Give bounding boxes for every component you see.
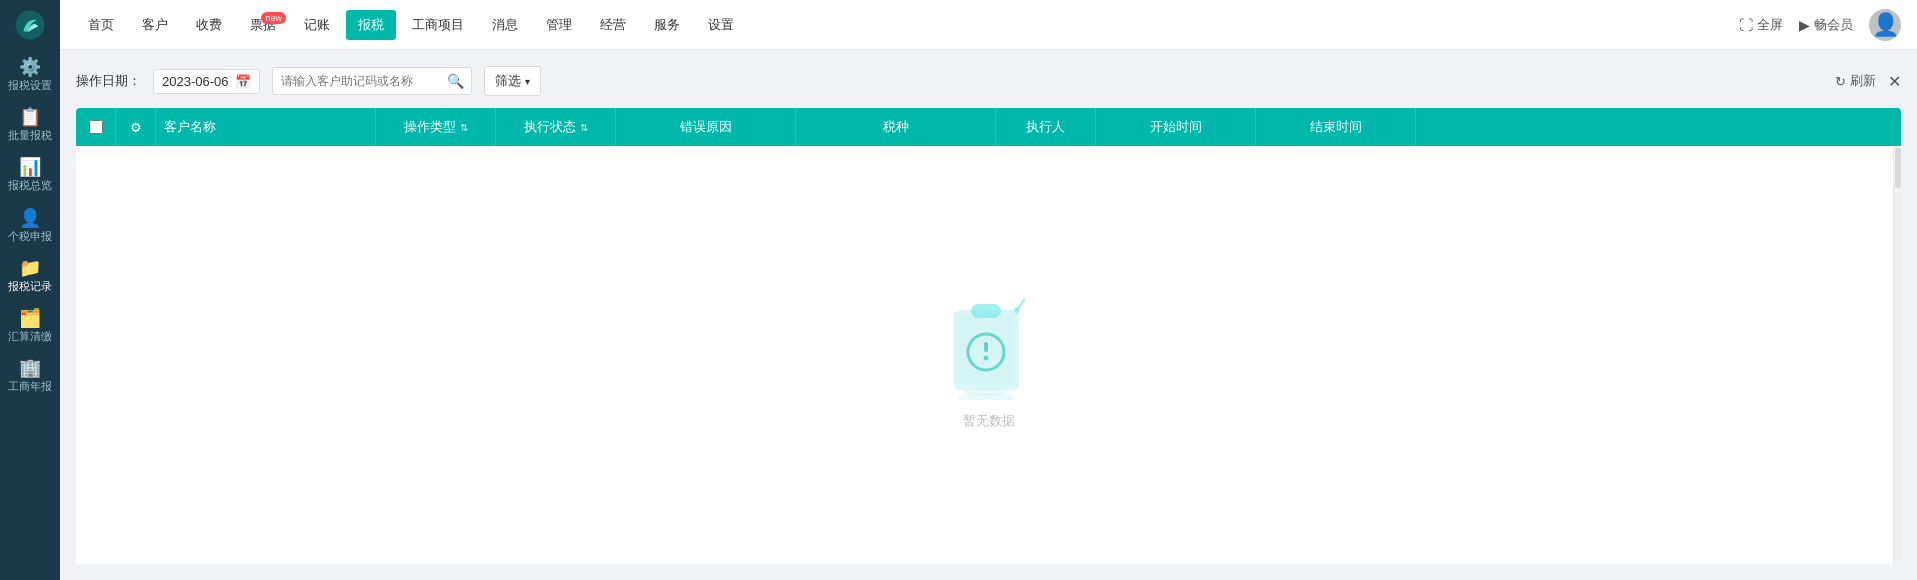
topnav: 首页 客户 收费 票据 new 记账 报税 工商项目 消息 管理 经营 服务 设… [60,0,1917,50]
huisuan-icon: 🗂️ [19,309,41,327]
baoshui-zongjian-icon: 📊 [19,158,41,176]
avatar-icon: 👤 [1872,12,1899,38]
nav-xiaoxi[interactable]: 消息 [480,10,530,40]
user-avatar[interactable]: 👤 [1869,9,1901,41]
select-all-checkbox[interactable] [89,120,103,134]
empty-state: 暂无数据 [929,280,1049,430]
nav-gongshang-xiangmu[interactable]: 工商项目 [400,10,476,40]
nav-shouye[interactable]: 首页 [76,10,126,40]
th-op-type[interactable]: 操作类型 ⇅ [376,108,496,146]
piliang-baoshui-icon: 📋 [19,108,41,126]
th-customer: 客户名称 [156,108,376,146]
date-value: 2023-06-06 [162,74,229,89]
date-picker[interactable]: 2023-06-06 📅 [153,69,260,94]
date-label: 操作日期： [76,72,141,90]
table-container: ⚙ 客户名称 操作类型 ⇅ 执行状态 ⇅ 错误原因 税种 [76,108,1901,564]
empty-illustration [929,280,1049,400]
refresh-button[interactable]: ↻ 刷新 [1835,72,1876,90]
geshui-shenbao-icon: 👤 [19,209,41,227]
nav-shoufei[interactable]: 收费 [184,10,234,40]
page-content: 操作日期： 2023-06-06 📅 🔍 筛选 ▾ ↻ 刷新 ✕ [60,50,1917,580]
th-settings[interactable]: ⚙ [116,108,156,146]
sidebar-item-piliang-baoshui[interactable]: 📋 批量报税 [0,100,60,150]
scrollbar[interactable] [1893,146,1901,564]
th-end-time: 结束时间 [1256,108,1416,146]
search-input[interactable] [273,69,439,93]
scrollbar-thumb[interactable] [1895,148,1901,188]
gongshang-nianbao-icon: 🏢 [19,359,41,377]
sidebar-item-gongshang-nianbao[interactable]: 🏢 工商年报 [0,351,60,401]
filter-button[interactable]: 筛选 ▾ [484,66,541,96]
th-tax-type: 税种 [796,108,996,146]
fullscreen-button[interactable]: ⛶ 全屏 [1739,16,1783,34]
sidebar-item-baoshui-jilu[interactable]: 📁 报税记录 [0,251,60,301]
svg-rect-5 [984,342,988,352]
nav-items: 首页 客户 收费 票据 new 记账 报税 工商项目 消息 管理 经营 服务 设… [76,10,1739,40]
nav-shezhi[interactable]: 设置 [696,10,746,40]
svg-point-6 [983,356,988,361]
th-error-reason: 错误原因 [616,108,796,146]
sidebar: ⚙️ 报税设置 📋 批量报税 📊 报税总览 👤 个税申报 📁 报税记录 🗂️ 汇… [0,0,60,580]
sidebar-item-geshui-shenbao[interactable]: 👤 个税申报 [0,201,60,251]
nav-kehu[interactable]: 客户 [130,10,180,40]
filter-label: 筛选 [495,72,521,90]
op-type-sort-icon: ⇅ [460,122,468,133]
chevron-down-icon: ▾ [525,76,530,87]
baoshui-shezhi-icon: ⚙️ [19,58,41,76]
refresh-icon: ↻ [1835,74,1846,89]
table-body: 暂无数据 [76,146,1901,564]
nav-baoshui[interactable]: 报税 [346,10,396,40]
nav-jizhang[interactable]: 记账 [292,10,342,40]
member-icon: ▶ [1799,17,1810,33]
toolbar: 操作日期： 2023-06-06 📅 🔍 筛选 ▾ ↻ 刷新 ✕ [76,66,1901,96]
sidebar-item-huisuan-qingshui[interactable]: 🗂️ 汇算清缴 [0,301,60,351]
th-start-time: 开始时间 [1096,108,1256,146]
svg-point-8 [1014,307,1020,313]
exec-status-sort-icon: ⇅ [580,122,588,133]
th-executor: 执行人 [996,108,1096,146]
sidebar-item-baoshui-shezhi[interactable]: ⚙️ 报税设置 [0,50,60,100]
close-button[interactable]: ✕ [1888,72,1901,91]
piaoju-badge: new [261,12,286,24]
search-box: 🔍 [272,67,472,95]
fullscreen-icon: ⛶ [1739,17,1753,33]
nav-guanli[interactable]: 管理 [534,10,584,40]
search-button[interactable]: 🔍 [439,68,472,94]
th-exec-status[interactable]: 执行状态 ⇅ [496,108,616,146]
table-header: ⚙ 客户名称 操作类型 ⇅ 执行状态 ⇅ 错误原因 税种 [76,108,1901,146]
svg-rect-3 [971,304,1001,318]
member-button[interactable]: ▶ 畅会员 [1799,16,1853,34]
nav-fuwu[interactable]: 服务 [642,10,692,40]
nav-piaoju[interactable]: 票据 new [238,10,288,40]
empty-text: 暂无数据 [963,412,1015,430]
baoshui-jilu-icon: 📁 [19,259,41,277]
settings-icon: ⚙ [130,120,142,135]
sidebar-item-baoshui-zongjian[interactable]: 📊 报税总览 [0,150,60,200]
sidebar-logo [0,0,60,50]
topnav-right: ⛶ 全屏 ▶ 畅会员 👤 [1739,9,1901,41]
svg-point-10 [964,388,1008,396]
calendar-icon: 📅 [235,74,251,89]
main-wrapper: 首页 客户 收费 票据 new 记账 报税 工商项目 消息 管理 经营 服务 设… [60,0,1917,580]
th-checkbox[interactable] [76,108,116,146]
nav-jingying[interactable]: 经营 [588,10,638,40]
